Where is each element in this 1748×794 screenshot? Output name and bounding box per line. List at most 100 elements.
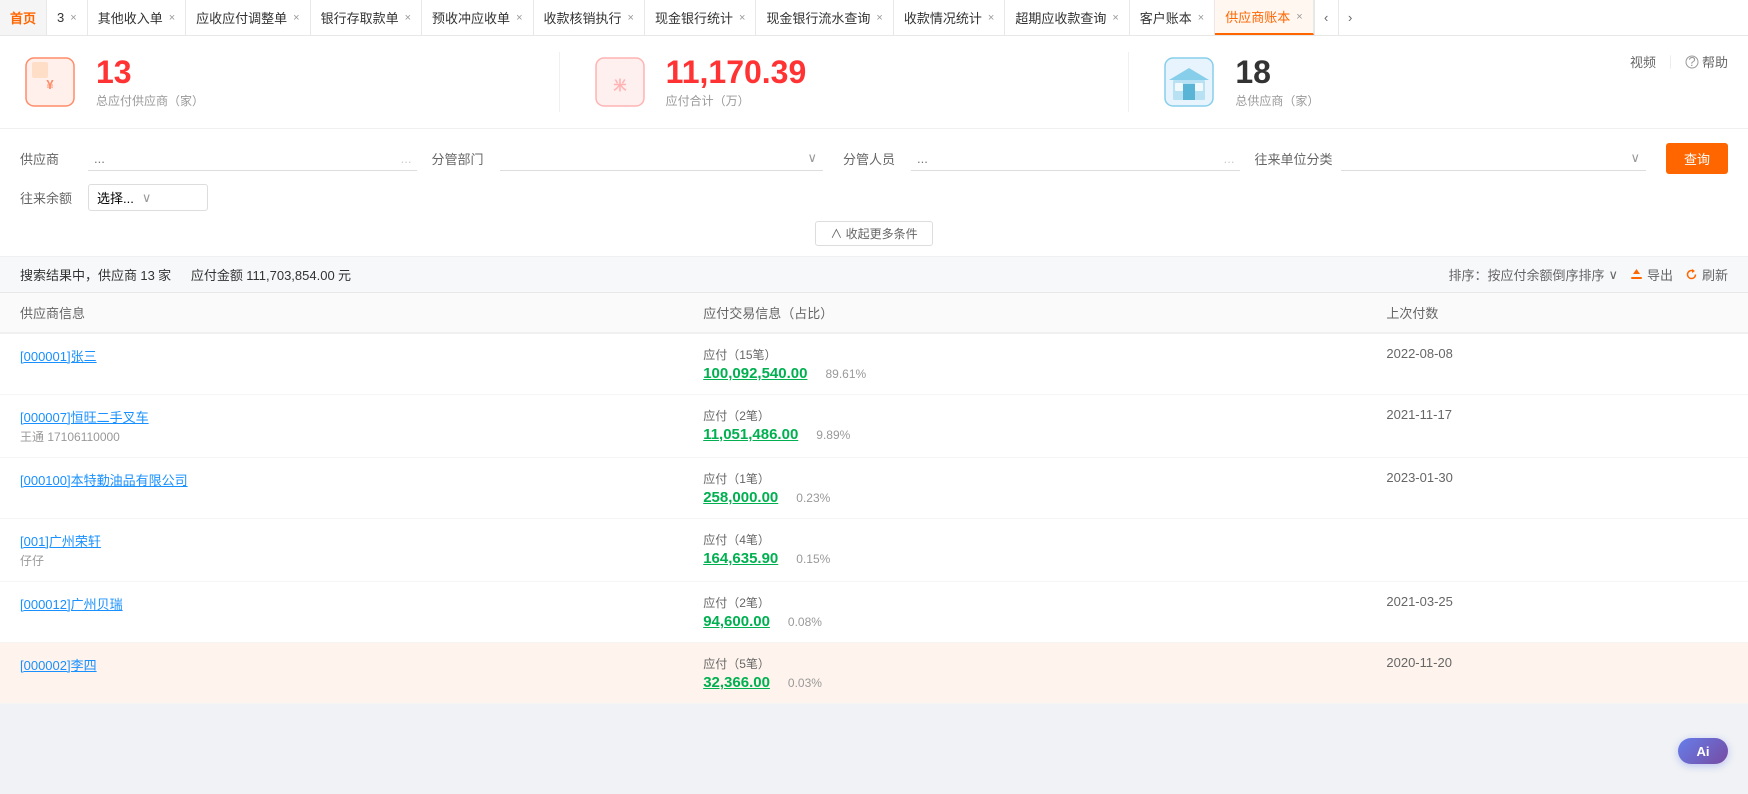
filter-person: 分管人员 ... bbox=[843, 147, 1235, 171]
supplier-sub-4: 仔仔 bbox=[20, 552, 703, 569]
transaction-row-3: 258,000.00 0.23% bbox=[703, 487, 1386, 506]
transaction-amount-5[interactable]: 94,600.00 bbox=[703, 613, 770, 630]
transaction-label-6: 应付（5笔） bbox=[703, 655, 1386, 672]
supplier-link-2[interactable]: [000007]恒旺二手叉车 bbox=[20, 407, 703, 426]
transaction-info-6: 应付（5笔） 32,366.00 0.03% bbox=[703, 655, 1386, 691]
table-row: [000002]李四 应付（5笔） 32,366.00 0.03% 2020-1… bbox=[0, 643, 1748, 704]
transaction-percent-5: 0.08% bbox=[788, 615, 822, 629]
filter-area: 供应商 ... 分管部门 ∨ 分管人员 ... 往来单位分类 ∨ 查询 往来 bbox=[0, 129, 1748, 257]
nav-tab-cash-bank-stat-close[interactable]: × bbox=[739, 12, 745, 24]
supplier-info-6: [000002]李四 bbox=[20, 655, 703, 674]
svg-text:¥: ¥ bbox=[46, 77, 54, 92]
nav-scroll-left[interactable]: ‹ bbox=[1314, 0, 1338, 35]
nav-tab-receipt-stat[interactable]: 收款情况统计 × bbox=[894, 0, 1005, 35]
table-area: 供应商信息 应付交易信息（占比） 上次付数 [000001]张三 应付（15笔）… bbox=[0, 293, 1748, 704]
nav-tab-customer-ledger[interactable]: 客户账本 × bbox=[1130, 0, 1215, 35]
nav-tab-bank-deposit-close[interactable]: × bbox=[405, 12, 411, 24]
supplier-link-3[interactable]: [000100]本特勤油品有限公司 bbox=[20, 470, 703, 489]
transaction-label-3: 应付（1笔） bbox=[703, 470, 1386, 487]
refresh-button[interactable]: 刷新 bbox=[1685, 265, 1728, 284]
nav-scroll-right[interactable]: › bbox=[1338, 0, 1362, 35]
header-actions: 视频 ｜ ? 帮助 bbox=[1630, 52, 1728, 71]
total-suppliers-number: 18 bbox=[1235, 56, 1319, 88]
transaction-info-1: 应付（15笔） 100,092,540.00 89.61% bbox=[703, 346, 1386, 382]
nav-tab-cash-flow-query-close[interactable]: × bbox=[876, 12, 882, 24]
sort-select[interactable]: 排序：按应付余额倒序排序 ∨ bbox=[1448, 265, 1618, 284]
export-button[interactable]: 导出 bbox=[1630, 265, 1673, 284]
nav-tab-3[interactable]: 3 × bbox=[47, 0, 88, 35]
dept-select[interactable]: ∨ bbox=[500, 146, 824, 171]
video-link[interactable]: 视频 bbox=[1630, 52, 1656, 71]
nav-tab-overdue-query-close[interactable]: × bbox=[1112, 12, 1118, 24]
transaction-row-6: 32,366.00 0.03% bbox=[703, 672, 1386, 691]
category-select[interactable]: ∨ bbox=[1341, 146, 1646, 171]
nav-tab-3-close[interactable]: × bbox=[70, 12, 76, 24]
person-label: 分管人员 bbox=[843, 149, 903, 168]
payable-amount-label: 应付合计（万） bbox=[666, 92, 807, 109]
nav-tab-ar-adjust[interactable]: 应收应付调整单 × bbox=[186, 0, 310, 35]
nav-tab-other-income-close[interactable]: × bbox=[169, 12, 175, 24]
transaction-amount-2[interactable]: 11,051,486.00 bbox=[703, 426, 798, 443]
person-input-icon[interactable]: ... bbox=[1224, 151, 1235, 166]
table-row: [000007]恒旺二手叉车 王通 17106110000 应付（2笔） 11,… bbox=[0, 395, 1748, 458]
filter-row-1: 供应商 ... 分管部门 ∨ 分管人员 ... 往来单位分类 ∨ 查询 bbox=[20, 143, 1728, 174]
top-navigation: 首页 3 × 其他收入单 × 应收应付调整单 × 银行存取款单 × 预收冲应收单… bbox=[0, 0, 1748, 36]
nav-tab-cash-bank-stat[interactable]: 现金银行统计 × bbox=[645, 0, 756, 35]
nav-tab-prepay[interactable]: 预收冲应收单 × bbox=[422, 0, 533, 35]
transaction-percent-3: 0.23% bbox=[796, 491, 830, 505]
nav-tab-ar-adjust-close[interactable]: × bbox=[293, 12, 299, 24]
collapse-btn-area: ∧ 收起更多条件 bbox=[20, 221, 1728, 246]
nav-tab-supplier-ledger[interactable]: 供应商账本 × bbox=[1215, 0, 1313, 35]
nav-tab-bank-deposit[interactable]: 银行存取款单 × bbox=[311, 0, 422, 35]
nav-tab-receipt-exec-close[interactable]: × bbox=[628, 12, 634, 24]
nav-tab-overdue-query-label: 超期应收款查询 bbox=[1015, 8, 1106, 27]
supplier-input-icon[interactable]: ... bbox=[401, 151, 412, 166]
result-count: 13 bbox=[140, 268, 154, 283]
supplier-link-1[interactable]: [000001]张三 bbox=[20, 346, 703, 365]
supplier-link-4[interactable]: [001]广州荣轩 bbox=[20, 531, 703, 550]
sort-label: 排序：按应付余额倒序排序 bbox=[1448, 265, 1604, 284]
nav-tab-cash-flow-query-label: 现金银行流水查询 bbox=[766, 8, 870, 27]
balance-select[interactable]: 选择... ∨ bbox=[88, 184, 208, 211]
supplier-input[interactable] bbox=[88, 147, 417, 171]
nav-tab-supplier-ledger-close[interactable]: × bbox=[1296, 11, 1302, 23]
ai-badge[interactable]: Ai bbox=[1678, 738, 1728, 764]
stat-block-payable-amount: 米 11,170.39 应付合计（万） bbox=[590, 52, 1130, 112]
col-header-supplier: 供应商信息 bbox=[20, 303, 703, 322]
help-link[interactable]: ? 帮助 bbox=[1685, 52, 1728, 71]
collapse-button[interactable]: ∧ 收起更多条件 bbox=[815, 221, 932, 246]
supplier-info-5: [000012]广州贝瑞 bbox=[20, 594, 703, 613]
query-button[interactable]: 查询 bbox=[1666, 143, 1728, 174]
supplier-info-3: [000100]本特勤油品有限公司 bbox=[20, 470, 703, 489]
supplier-info-1: [000001]张三 bbox=[20, 346, 703, 365]
table-row: [000012]广州贝瑞 应付（2笔） 94,600.00 0.08% 2021… bbox=[0, 582, 1748, 643]
export-icon bbox=[1630, 268, 1643, 281]
transaction-amount-4[interactable]: 164,635.90 bbox=[703, 550, 778, 567]
nav-tab-other-income[interactable]: 其他收入单 × bbox=[88, 0, 186, 35]
nav-tab-customer-ledger-close[interactable]: × bbox=[1198, 12, 1204, 24]
svg-text:?: ? bbox=[1688, 55, 1695, 69]
transaction-amount-3[interactable]: 258,000.00 bbox=[703, 489, 778, 506]
nav-tab-prepay-close[interactable]: × bbox=[516, 12, 522, 24]
transaction-amount-6[interactable]: 32,366.00 bbox=[703, 674, 770, 691]
nav-tab-cash-flow-query[interactable]: 现金银行流水查询 × bbox=[756, 0, 893, 35]
nav-tab-receipt-stat-close[interactable]: × bbox=[988, 12, 994, 24]
stat-content-payable-amount: 11,170.39 应付合计（万） bbox=[666, 56, 807, 109]
supplier-link-6[interactable]: [000002]李四 bbox=[20, 655, 703, 674]
nav-tab-overdue-query[interactable]: 超期应收款查询 × bbox=[1005, 0, 1129, 35]
supplier-link-5[interactable]: [000012]广州贝瑞 bbox=[20, 594, 703, 613]
transaction-row-2: 11,051,486.00 9.89% bbox=[703, 424, 1386, 443]
nav-tab-receipt-exec[interactable]: 收款核销执行 × bbox=[534, 0, 645, 35]
col-header-transaction: 应付交易信息（占比） bbox=[703, 303, 1386, 322]
export-label: 导出 bbox=[1647, 265, 1673, 284]
transaction-amount-1[interactable]: 100,092,540.00 bbox=[703, 365, 807, 382]
category-arrow-icon: ∨ bbox=[1630, 150, 1640, 166]
result-amount: 111,703,854.00 bbox=[246, 268, 334, 283]
person-input[interactable] bbox=[911, 147, 1240, 171]
nav-tab-home[interactable]: 首页 bbox=[0, 0, 47, 35]
nav-tab-3-label: 3 bbox=[57, 10, 64, 25]
balance-placeholder: 选择... bbox=[97, 188, 134, 207]
supplier-info-2: [000007]恒旺二手叉车 王通 17106110000 bbox=[20, 407, 703, 445]
filter-dept: 分管部门 ∨ bbox=[432, 146, 824, 171]
last-pay-date-5: 2021-03-25 bbox=[1386, 594, 1453, 609]
